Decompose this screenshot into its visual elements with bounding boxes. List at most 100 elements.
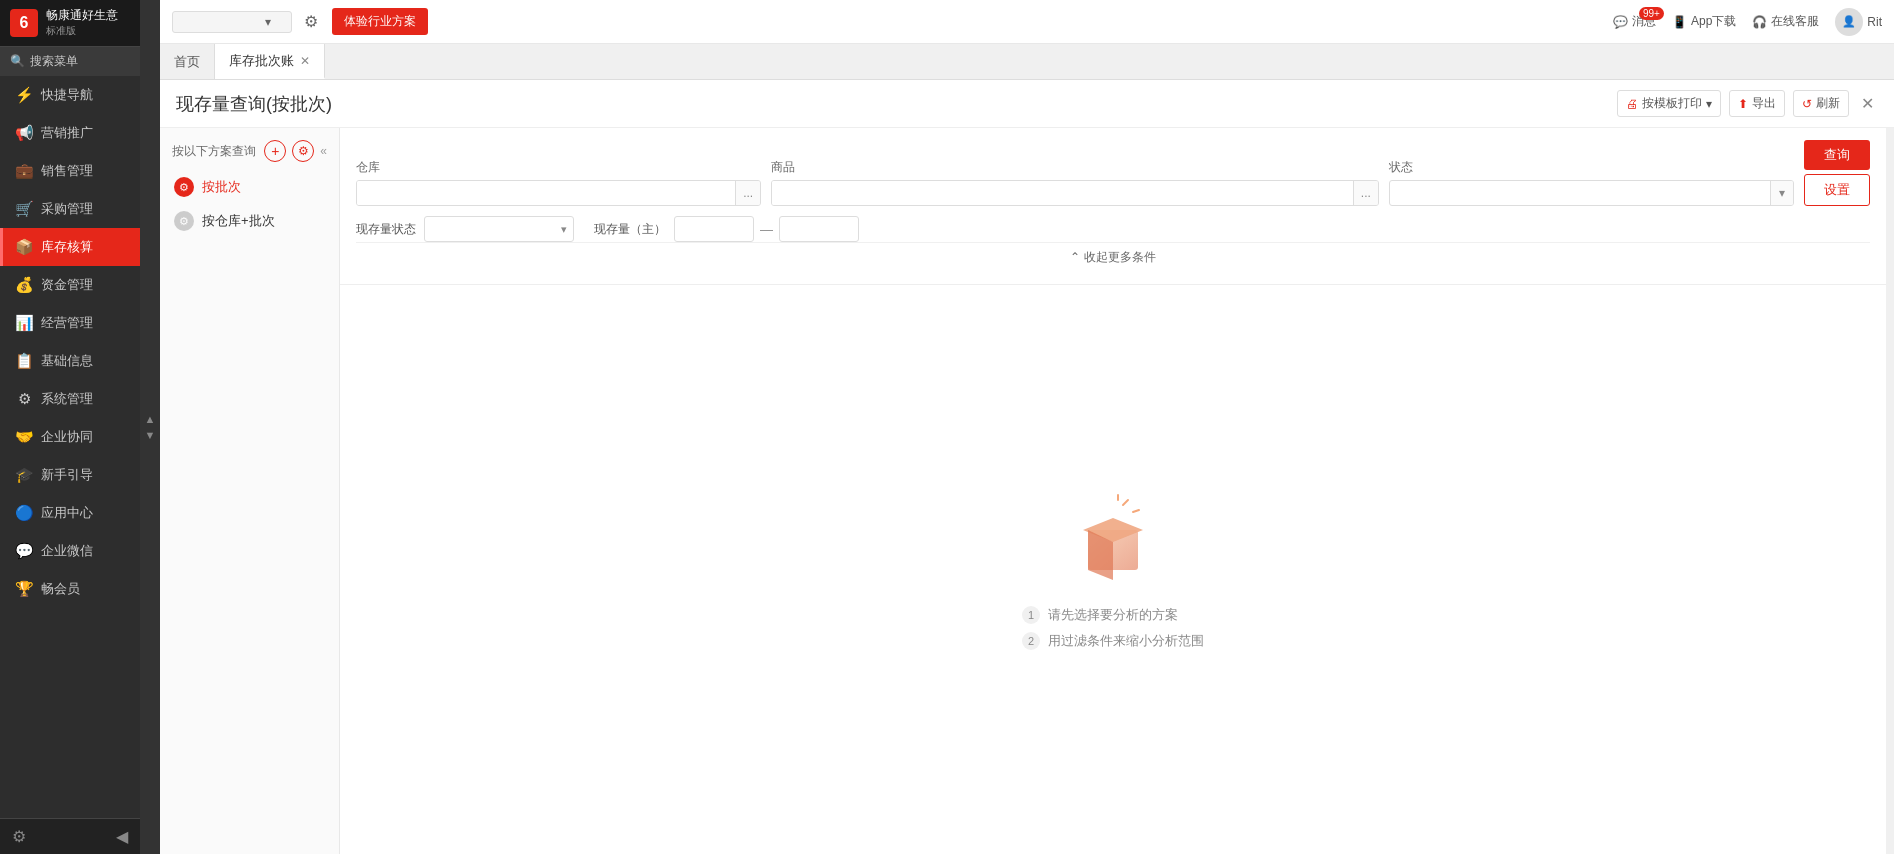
sidebar-collapse-icon[interactable]: ◀ [116,827,128,846]
refresh-button[interactable]: ↺ 刷新 [1793,90,1849,117]
plan-label-warehouse-batch: 按仓库+批次 [202,212,275,230]
purchase-icon: 🛒 [15,200,33,218]
sidebar-item-wechat[interactable]: 💬 企业微信 [0,532,140,570]
user-profile-button[interactable]: 👤 Rit [1835,8,1882,36]
sidebar-settings-icon[interactable]: ⚙ [12,827,26,846]
main-area: ▾ ⚙ 体验行业方案 💬 消息 99+ 📱 App下载 🎧 在线客服 👤 [160,0,1894,854]
print-dropdown-icon: ▾ [1706,97,1712,111]
message-button[interactable]: 💬 消息 99+ [1613,13,1656,30]
inventory-status-label: 现存量状态 [356,221,416,238]
svg-line-4 [1133,510,1139,512]
product-more-button[interactable]: ... [1353,181,1378,205]
sidebar-item-label: 系统管理 [41,390,93,408]
query-button[interactable]: 查询 [1804,140,1870,170]
sidebar-item-marketing[interactable]: 📢 营销推广 [0,114,140,152]
empty-state: 1 请先选择要分析的方案 2 用过滤条件来缩小分析范围 [340,285,1886,854]
guide-icon: 🎓 [15,466,33,484]
export-label: 导出 [1752,95,1776,112]
sidebar-item-inventory[interactable]: 📦 库存核算 [0,228,140,266]
search-icon: 🔍 [10,54,25,68]
search-menu-label: 搜索菜单 [30,53,78,70]
wechat-icon: 💬 [15,542,33,560]
empty-illustration [1063,490,1163,590]
sidebar-item-sales[interactable]: 💼 销售管理 [0,152,140,190]
online-service-button[interactable]: 🎧 在线客服 [1752,13,1819,30]
plan-item-batch[interactable]: ⚙ 按批次 [160,170,339,204]
header-search-box[interactable]: ▾ [172,11,292,33]
warehouse-more-button[interactable]: ... [735,181,760,205]
sidebar-item-member[interactable]: 🏆 畅会员 [0,570,140,608]
sidebar-item-label: 采购管理 [41,200,93,218]
search-dropdown-button[interactable]: ▾ [265,15,271,29]
empty-tips: 1 请先选择要分析的方案 2 用过滤条件来缩小分析范围 [1022,606,1204,650]
export-button[interactable]: ⬆ 导出 [1729,90,1785,117]
tabs-bar: 首页 库存批次账 ✕ [160,44,1894,80]
sidebar-item-purchase[interactable]: 🛒 采购管理 [0,190,140,228]
sidebar-nav: ⚡ 快捷导航 📢 营销推广 💼 销售管理 🛒 采购管理 📦 库存核算 💰 资金管… [0,76,140,818]
plan-settings-button[interactable]: ⚙ [292,140,314,162]
app-name-block: 畅康通好生意 标准版 [46,8,118,38]
page-title: 现存量查询(按批次) [176,92,332,116]
tab-home[interactable]: 首页 [160,44,215,79]
sidebar-item-label: 资金管理 [41,276,93,294]
sidebar: 6 畅康通好生意 标准版 🔍 搜索菜单 ⚡ 快捷导航 📢 营销推广 💼 销售管理… [0,0,140,854]
sidebar-item-guide[interactable]: 🎓 新手引导 [0,456,140,494]
inventory-status-select-wrapper [424,216,574,242]
sidebar-item-system[interactable]: ⚙ 系统管理 [0,380,140,418]
add-plan-button[interactable]: + [264,140,286,162]
refresh-icon: ↺ [1802,97,1812,111]
avatar: 👤 [1835,8,1863,36]
inventory-qty-from-input[interactable] [674,216,754,242]
left-panel-collapse-button[interactable]: « [320,140,327,162]
app-download-label: App下载 [1691,13,1736,30]
scroll-down-button[interactable]: ▼ [145,429,156,441]
right-panel: 仓库 ... 商品 ... [340,128,1886,854]
filter-settings-button[interactable]: 设置 [1804,174,1870,206]
warehouse-label: 仓库 [356,159,761,176]
member-icon: 🏆 [15,580,33,598]
search-menu-item[interactable]: 🔍 搜索菜单 [0,47,140,76]
refresh-label: 刷新 [1816,95,1840,112]
sidebar-item-label: 应用中心 [41,504,93,522]
sidebar-item-label: 库存核算 [41,238,93,256]
message-badge: 99+ [1639,7,1664,20]
scroll-up-button[interactable]: ▲ [145,413,156,425]
content-area: 按以下方案查询 + ⚙ « ⚙ 按批次 ⚙ 按仓库+批次 [160,128,1894,854]
tab-inventory-batch[interactable]: 库存批次账 ✕ [215,44,325,79]
plan-icon-warehouse-batch: ⚙ [174,211,194,231]
header-left: ▾ ⚙ [172,8,322,35]
svg-line-3 [1123,500,1128,505]
sidebar-item-app-center[interactable]: 🔵 应用中心 [0,494,140,532]
page-header: 现存量查询(按批次) 🖨 按模板打印 ▾ ⬆ 导出 ↺ 刷新 ✕ [160,80,1894,128]
sidebar-scroll: ▲ ▼ [140,0,160,854]
sidebar-item-basic[interactable]: 📋 基础信息 [0,342,140,380]
collapse-more-button[interactable]: ⌃ 收起更多条件 [356,242,1870,272]
product-input[interactable] [772,181,1353,205]
app-version: 标准版 [46,24,118,38]
inventory-status-select[interactable] [424,216,574,242]
left-panel: 按以下方案查询 + ⚙ « ⚙ 按批次 ⚙ 按仓库+批次 [160,128,340,854]
inventory-qty-range: — [674,216,859,242]
app-name: 畅康通好生意 [46,8,118,24]
close-page-button[interactable]: ✕ [1857,90,1878,117]
status-dropdown-button[interactable]: ▾ [1770,181,1793,205]
warehouse-input[interactable] [357,181,735,205]
print-button[interactable]: 🖨 按模板打印 ▾ [1617,90,1721,117]
trial-btn[interactable]: 体验行业方案 [332,8,428,35]
sidebar-item-label: 快捷导航 [41,86,93,104]
app-download-button[interactable]: 📱 App下载 [1672,13,1736,30]
sidebar-item-operation[interactable]: 📊 经营管理 [0,304,140,342]
plan-icon-batch: ⚙ [174,177,194,197]
sidebar-item-quick-nav[interactable]: ⚡ 快捷导航 [0,76,140,114]
message-icon: 💬 [1613,15,1628,29]
plan-item-warehouse-batch[interactable]: ⚙ 按仓库+批次 [160,204,339,238]
header-actions: 💬 消息 99+ 📱 App下载 🎧 在线客服 👤 Rit [1613,8,1882,36]
sidebar-item-enterprise[interactable]: 🤝 企业协同 [0,418,140,456]
inventory-qty-to-input[interactable] [779,216,859,242]
sidebar-item-finance[interactable]: 💰 资金管理 [0,266,140,304]
sidebar-item-label: 经营管理 [41,314,93,332]
header-settings-button[interactable]: ⚙ [300,8,322,35]
tab-close-button[interactable]: ✕ [300,54,310,68]
header-search-input[interactable] [181,15,261,29]
status-display [1390,188,1770,198]
